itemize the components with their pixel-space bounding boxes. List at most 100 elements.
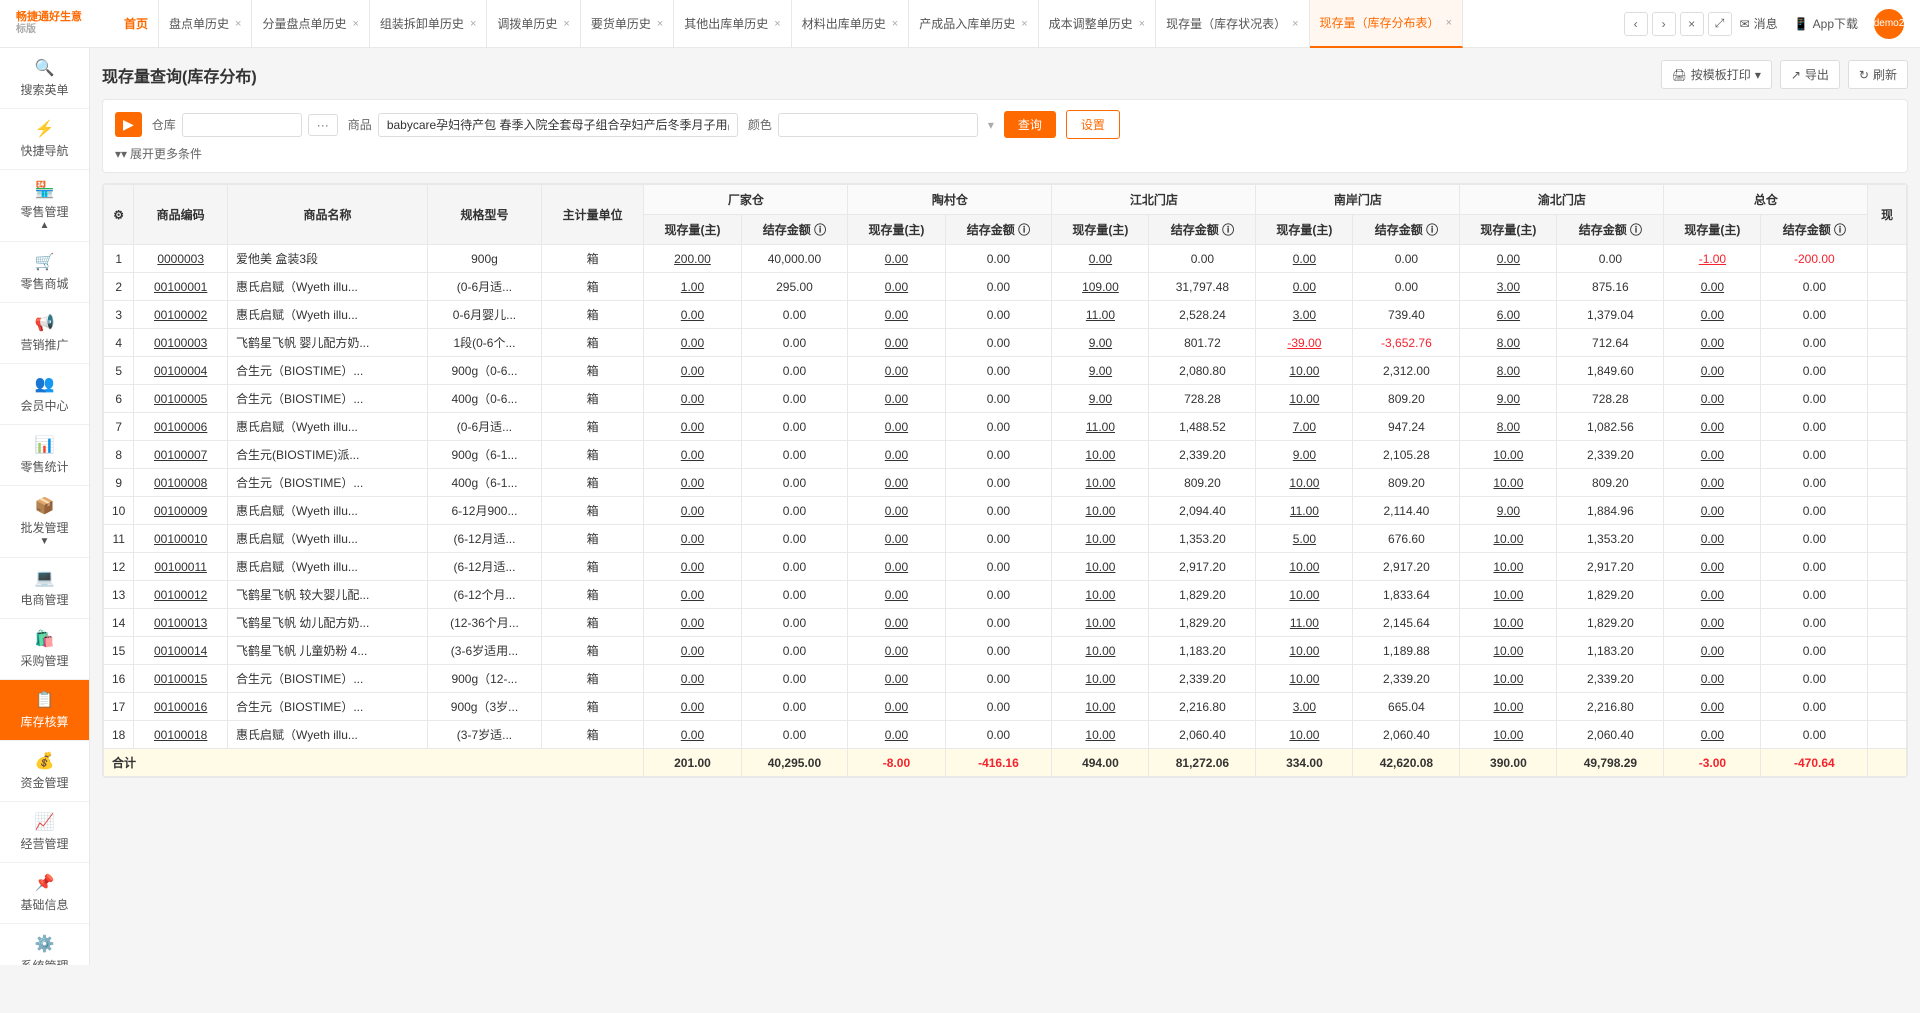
page-title: 现存量查询(库存分布) [102, 63, 257, 87]
sidebar-item-wholesale[interactable]: 📦 批发管理 ▼ [0, 486, 89, 558]
search-icon: 🔍 [35, 58, 55, 78]
sidebar-item-finance[interactable]: 💰 资金管理 [0, 741, 89, 802]
th-warehouse-zc: 总仓 [1664, 185, 1868, 215]
sum-na-amt: 42,620.08 [1353, 749, 1460, 777]
color-input[interactable] [778, 113, 978, 137]
refresh-icon: ↻ [1859, 68, 1869, 82]
th-spec: 规格型号 [427, 185, 541, 245]
sum-zc-qty: -3.00 [1664, 749, 1761, 777]
wholesale-icon: 📦 [35, 496, 55, 516]
th-warehouse-na: 南岸门店 [1256, 185, 1460, 215]
inventory-icon: 📋 [35, 690, 55, 710]
th-warehouse-yb: 渝北门店 [1460, 185, 1664, 215]
tab-7[interactable]: 材料出库单历史 × [792, 0, 909, 48]
sum-tc-amt: -416.16 [945, 749, 1052, 777]
operations-icon: 📈 [35, 812, 55, 832]
sidebar-item-retail-mall[interactable]: 🛒 零售商城 [0, 242, 89, 303]
member-icon: 👥 [35, 374, 55, 394]
stat-icon: 📊 [35, 435, 55, 455]
sum-jb-amt: 81,272.06 [1149, 749, 1256, 777]
th-na-qty: 现存量(主) [1256, 215, 1353, 245]
export-btn[interactable]: ↗ 导出 [1780, 60, 1840, 89]
product-input[interactable] [378, 113, 738, 137]
print-dropdown-icon: ▾ [1755, 68, 1761, 82]
tab-8[interactable]: 产成品入库单历史 × [909, 0, 1038, 48]
tab-1[interactable]: 盘点单历史 × [159, 0, 252, 48]
tab-9[interactable]: 成本调整单历史 × [1039, 0, 1156, 48]
warehouse-field: 仓库 ··· [152, 113, 338, 137]
nav-prev[interactable]: ‹ [1624, 12, 1648, 36]
purchase-icon: 🛍️ [35, 629, 55, 649]
toggle-btn[interactable]: ▶ [115, 112, 142, 137]
system-icon: ⚙️ [35, 934, 55, 954]
sidebar-item-purchase[interactable]: 🛍️ 采购管理 [0, 619, 89, 680]
th-gear[interactable]: ⚙ [104, 185, 134, 245]
table-row: 1700100016合生元（BIOSTIME）...900g（3岁...箱0.0… [104, 693, 1907, 721]
sum-yb-qty: 390.00 [1460, 749, 1557, 777]
top-bar: 畅捷通好生意 标版 首页 盘点单历史 × 分量盘点单历史 × 组装拆卸单历史 ×… [0, 0, 1920, 48]
sidebar-item-search[interactable]: 🔍 搜索英单 [0, 48, 89, 109]
tab-6[interactable]: 其他出库单历史 × [674, 0, 791, 48]
sidebar-item-quicknav[interactable]: ⚡ 快捷导航 [0, 109, 89, 170]
tab-11[interactable]: 现存量（库存分布表） × [1310, 0, 1463, 48]
refresh-btn[interactable]: ↻ 刷新 [1848, 60, 1908, 89]
warehouse-input[interactable] [182, 113, 302, 137]
th-tc-amt: 结存金额 ⓘ [945, 215, 1052, 245]
table-row: 1400100013飞鹤星飞帆 幼儿配方奶...(12-36个月...箱0.00… [104, 609, 1907, 637]
user-menu[interactable]: demo2 [1874, 9, 1904, 39]
th-yb-amt: 结存金额 ⓘ [1557, 215, 1664, 245]
message-btn[interactable]: ✉ 消息 [1740, 15, 1778, 32]
th-warehouse-tc: 陶村仓 [848, 185, 1052, 215]
quicknav-icon: ⚡ [35, 119, 55, 139]
color-label: 颜色 [748, 116, 772, 133]
nav-expand[interactable]: ⤢ [1708, 12, 1732, 36]
table-row: 800100007合生元(BIOSTIME)派...900g（6-1...箱0.… [104, 441, 1907, 469]
sidebar-item-retail-stat[interactable]: 📊 零售统计 [0, 425, 89, 486]
logo-text: 畅捷通好生意 标版 [16, 11, 82, 36]
sidebar-item-ecommerce[interactable]: 💻 电商管理 [0, 558, 89, 619]
print-btn[interactable]: 🖨 按模板打印 ▾ [1661, 60, 1772, 89]
query-btn[interactable]: 查询 [1004, 111, 1056, 138]
warehouse-picker-btn[interactable]: ··· [308, 114, 338, 136]
sum-tc-qty: -8.00 [848, 749, 945, 777]
sidebar-item-retail-mgmt[interactable]: 🏪 零售管理 ▲ [0, 170, 89, 242]
tab-3[interactable]: 组装拆卸单历史 × [370, 0, 487, 48]
sum-yb-amt: 49,798.29 [1557, 749, 1664, 777]
sidebar-item-inventory[interactable]: 📋 库存核算 [0, 680, 89, 741]
expand-icon: ▾▾ [115, 147, 127, 161]
chevron-down-icon: ▼ [40, 536, 50, 547]
sidebar-item-basic-info[interactable]: 📌 基础信息 [0, 863, 89, 924]
th-warehouse-jb: 江北门店 [1052, 185, 1256, 215]
sum-cf-qty: 201.00 [644, 749, 741, 777]
product-label: 商品 [348, 116, 372, 133]
tab-2[interactable]: 分量盘点单历史 × [252, 0, 369, 48]
finance-icon: 💰 [35, 751, 55, 771]
sidebar-item-marketing[interactable]: 📢 营销推广 [0, 303, 89, 364]
tab-4[interactable]: 调拨单历史 × [487, 0, 580, 48]
logo-area: 畅捷通好生意 标版 [16, 11, 106, 36]
table-row: 300100002惠氏启赋（Wyeth illu...0-6月婴儿...箱0.0… [104, 301, 1907, 329]
expand-btn[interactable]: ▾▾ 展开更多条件 [115, 145, 1895, 162]
table-row: 1100100010惠氏启赋（Wyeth illu...(6-12月适...箱0… [104, 525, 1907, 553]
sidebar-item-system[interactable]: ⚙️ 系统管理 [0, 924, 89, 965]
th-code: 商品编码 [134, 185, 228, 245]
app-download-btn[interactable]: 📱 App下载 [1794, 15, 1858, 32]
top-nav-btns: ‹ › × ⤢ [1616, 12, 1740, 36]
nav-close[interactable]: × [1680, 12, 1704, 36]
sidebar-item-operations[interactable]: 📈 经营管理 [0, 802, 89, 863]
search-area: ▶ 仓库 ··· 商品 颜色 ▾ 查询 设置 ▾▾ 展开更多条件 [102, 99, 1908, 173]
sidebar-item-member[interactable]: 👥 会员中心 [0, 364, 89, 425]
top-tabs: 首页 盘点单历史 × 分量盘点单历史 × 组装拆卸单历史 × 调拨单历史 × 要… [114, 0, 1616, 48]
sum-zc-amt: -470.64 [1761, 749, 1868, 777]
th-tc-qty: 现存量(主) [848, 215, 945, 245]
tab-10[interactable]: 现存量（库存状况表） × [1156, 0, 1309, 48]
settings-btn[interactable]: 设置 [1066, 110, 1120, 139]
tab-home[interactable]: 首页 [114, 0, 159, 48]
warehouse-label: 仓库 [152, 116, 176, 133]
print-icon: 🖨 [1672, 68, 1687, 82]
table-row: 1300100012飞鹤星飞帆 较大婴儿配...(6-12个月...箱0.000… [104, 581, 1907, 609]
th-jb-amt: 结存金额 ⓘ [1149, 215, 1256, 245]
nav-next[interactable]: › [1652, 12, 1676, 36]
th-warehouse-cf: 厂家仓 [644, 185, 848, 215]
tab-5[interactable]: 要货单历史 × [581, 0, 674, 48]
